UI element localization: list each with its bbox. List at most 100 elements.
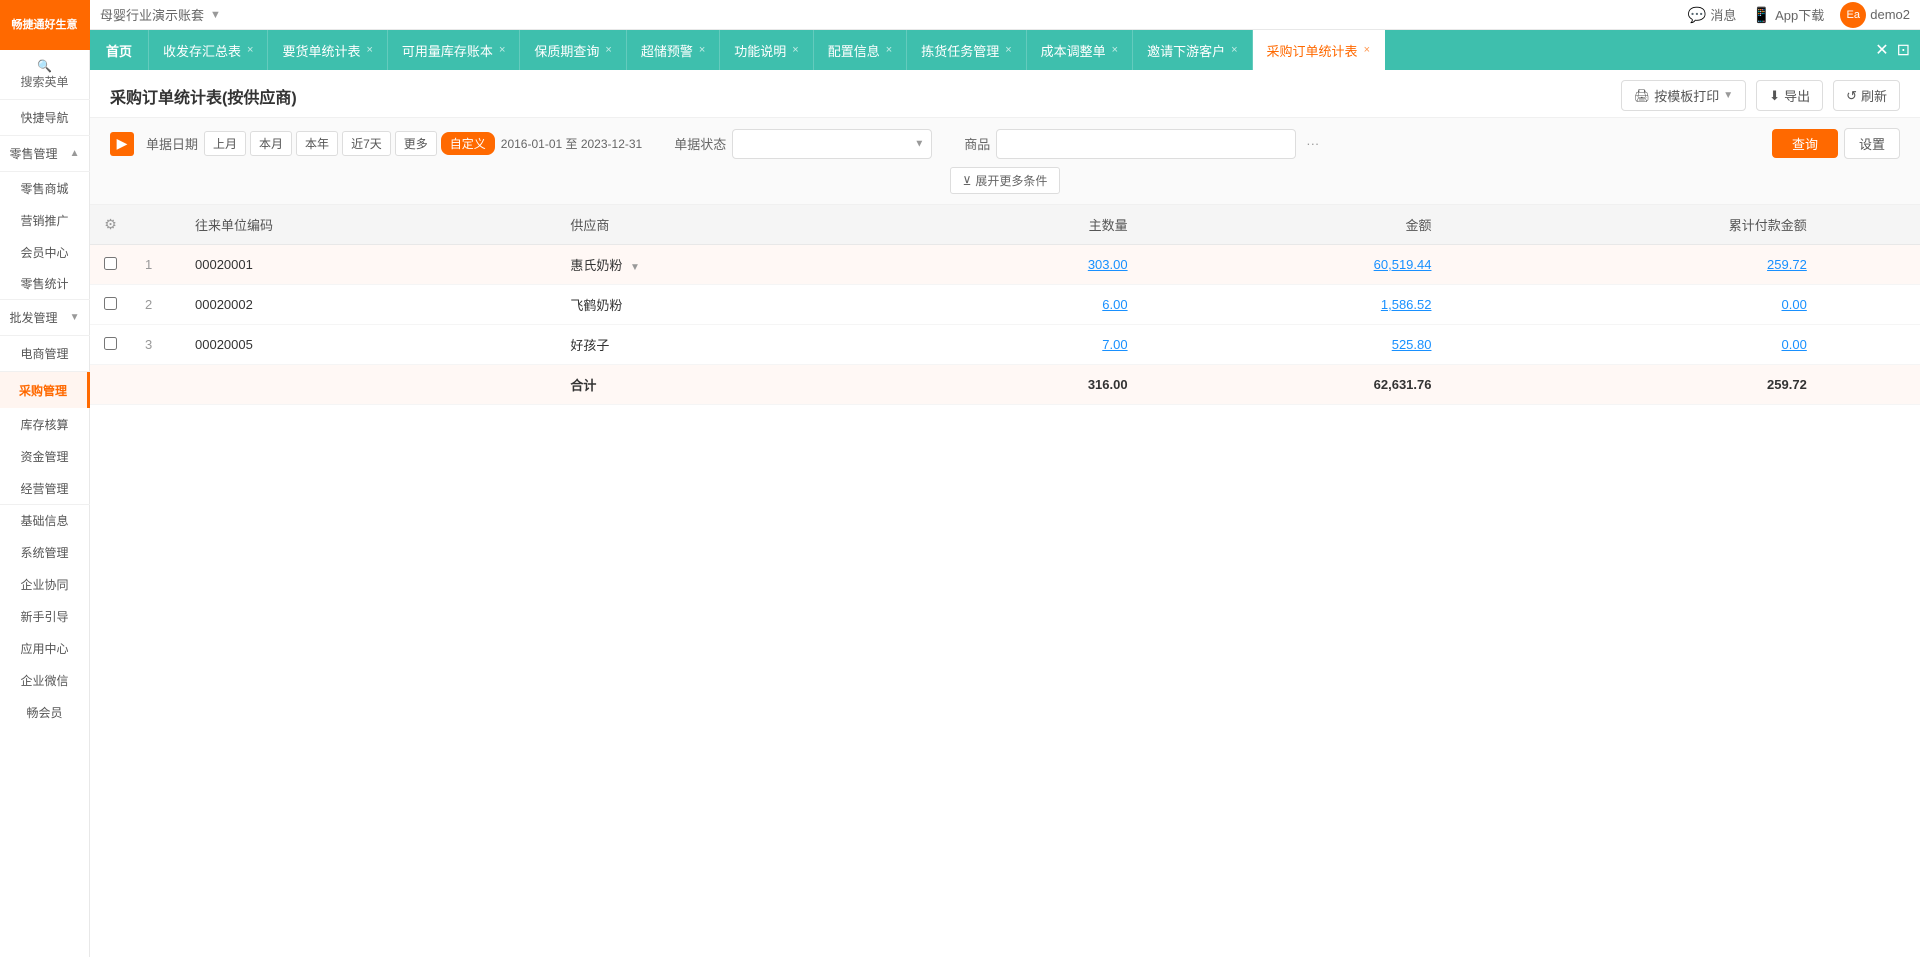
filter-toggle-btn[interactable]: ▶ bbox=[110, 132, 134, 156]
message-icon: 💬 bbox=[1688, 6, 1707, 24]
tab-close-icon[interactable]: × bbox=[792, 44, 798, 56]
tab-purchase-summary[interactable]: 采购订单统计表 × bbox=[1253, 30, 1385, 70]
th-amount[interactable]: 金额 bbox=[1142, 205, 1446, 245]
goods-search-input[interactable] bbox=[996, 129, 1296, 159]
refresh-button[interactable]: ↺ 刷新 bbox=[1833, 80, 1900, 111]
td-supplier-name: 好孩子 bbox=[556, 325, 901, 365]
tab-goods-summary[interactable]: 要货单统计表 × bbox=[268, 30, 387, 70]
tab-label: 采购订单统计表 bbox=[1267, 41, 1358, 60]
row-checkbox[interactable] bbox=[104, 337, 117, 350]
tab-close-icon[interactable]: × bbox=[247, 44, 253, 56]
date-this-year-btn[interactable]: 本年 bbox=[296, 131, 338, 156]
sidebar-item-basic-info[interactable]: 基础信息 bbox=[0, 504, 90, 536]
td-checkbox[interactable] bbox=[90, 325, 131, 365]
sidebar-item-finance[interactable]: 资金管理 bbox=[0, 440, 90, 472]
export-button[interactable]: ⬇ 导出 bbox=[1756, 80, 1823, 111]
close-all-tabs-btn[interactable]: ✕ bbox=[1875, 40, 1888, 60]
td-quantity[interactable]: 303.00 bbox=[902, 245, 1142, 285]
sidebar-item-ecommerce[interactable]: 电商管理 bbox=[0, 336, 90, 372]
sidebar-item-retail[interactable]: 零售管理 ▲ bbox=[0, 136, 90, 172]
tab-collect-summary[interactable]: 收发存汇总表 × bbox=[149, 30, 268, 70]
tab-home[interactable]: 首页 bbox=[90, 30, 149, 70]
sidebar-item-new-guide[interactable]: 新手引导 bbox=[0, 600, 90, 632]
tab-function-desc[interactable]: 功能说明 × bbox=[720, 30, 813, 70]
tab-close-icon[interactable]: × bbox=[366, 44, 372, 56]
row-checkbox[interactable] bbox=[104, 257, 117, 270]
tab-warranty-query[interactable]: 保质期查询 × bbox=[520, 30, 626, 70]
sidebar-item-enterprise-wechat[interactable]: 企业微信 bbox=[0, 664, 90, 696]
td-checkbox[interactable] bbox=[90, 285, 131, 325]
tab-invite-downstream[interactable]: 邀请下游客户 × bbox=[1133, 30, 1252, 70]
date-last7-btn[interactable]: 近7天 bbox=[342, 131, 391, 156]
td-paid-amount[interactable]: 0.00 bbox=[1445, 325, 1820, 365]
date-last-month-btn[interactable]: 上月 bbox=[204, 131, 246, 156]
td-paid-amount[interactable]: 259.72 bbox=[1445, 245, 1820, 285]
sidebar-item-app-center[interactable]: 应用中心 bbox=[0, 632, 90, 664]
td-amount[interactable]: 1,586.52 bbox=[1142, 285, 1446, 325]
footer-td-code bbox=[181, 365, 556, 405]
tab-close-icon[interactable]: × bbox=[1112, 44, 1118, 56]
settings-button[interactable]: 设置 bbox=[1844, 128, 1900, 159]
print-button[interactable]: 🖨 按模板打印 ▼ bbox=[1621, 80, 1746, 111]
date-this-month-btn[interactable]: 本月 bbox=[250, 131, 292, 156]
logo-text: 畅捷通好生意 bbox=[12, 18, 78, 32]
app-download-label: App下载 bbox=[1775, 5, 1824, 24]
filter-date-item: 单据日期 上月 本月 本年 近7天 更多 自定义 2016-01-01 至 20… bbox=[146, 131, 642, 156]
tab-close-icon[interactable]: × bbox=[886, 44, 892, 56]
column-settings-icon[interactable]: ⚙ bbox=[104, 216, 117, 232]
sidebar-item-vip[interactable]: 畅会员 bbox=[0, 696, 90, 728]
tab-close-icon[interactable]: × bbox=[1364, 44, 1370, 56]
tab-label: 保质期查询 bbox=[534, 41, 599, 60]
goods-more-icon[interactable]: ··· bbox=[1306, 136, 1319, 151]
tab-close-icon[interactable]: × bbox=[699, 44, 705, 56]
user-avatar: Ea bbox=[1840, 2, 1866, 28]
sidebar-item-purchase[interactable]: 采购管理 bbox=[0, 372, 90, 408]
tab-inventory-account[interactable]: 可用量库存账本 × bbox=[388, 30, 520, 70]
tab-overstock-warning[interactable]: 超储预警 × bbox=[627, 30, 720, 70]
tab-cost-adjust[interactable]: 成本调整单 × bbox=[1027, 30, 1133, 70]
tab-pick-task[interactable]: 拣货任务管理 × bbox=[907, 30, 1026, 70]
sidebar-item-operation[interactable]: 经营管理 bbox=[0, 472, 90, 504]
sidebar-item-wholesale[interactable]: 批发管理 ▼ bbox=[0, 300, 90, 336]
tab-close-icon[interactable]: × bbox=[605, 44, 611, 56]
td-amount[interactable]: 60,519.44 bbox=[1142, 245, 1446, 285]
sidebar-item-retail-store[interactable]: 零售商城 bbox=[0, 172, 90, 204]
th-checkbox: ⚙ bbox=[90, 205, 131, 245]
th-supplier-code[interactable]: 往来单位编码 bbox=[181, 205, 556, 245]
chevron-down-icon: ▼ bbox=[70, 312, 80, 323]
sidebar-item-retail-stat[interactable]: 零售统计 bbox=[0, 268, 90, 300]
th-quantity[interactable]: 主数量 bbox=[902, 205, 1142, 245]
tab-close-icon[interactable]: × bbox=[1231, 44, 1237, 56]
tab-close-icon[interactable]: × bbox=[1005, 44, 1011, 56]
user-info[interactable]: Ea demo2 bbox=[1840, 2, 1910, 28]
td-seq: 2 bbox=[131, 285, 181, 325]
td-paid-amount[interactable]: 0.00 bbox=[1445, 285, 1820, 325]
status-select[interactable] bbox=[732, 129, 932, 159]
td-quantity[interactable]: 6.00 bbox=[902, 285, 1142, 325]
sidebar-item-enterprise-coop[interactable]: 企业协同 bbox=[0, 568, 90, 600]
sidebar-item-search[interactable]: 🔍 搜索英单 bbox=[0, 50, 90, 100]
sidebar-item-quick-nav[interactable]: 快捷导航 bbox=[0, 100, 90, 136]
message-btn[interactable]: 💬 消息 bbox=[1688, 5, 1737, 24]
expand-more-btn[interactable]: ⊻ 展开更多条件 bbox=[950, 167, 1061, 194]
tab-config-info[interactable]: 配置信息 × bbox=[814, 30, 907, 70]
th-supplier-name[interactable]: 供应商 bbox=[556, 205, 901, 245]
th-paid-amount[interactable]: 累计付款金额 bbox=[1445, 205, 1820, 245]
td-checkbox[interactable] bbox=[90, 245, 131, 285]
workspace-dropdown-icon[interactable]: ▼ bbox=[210, 9, 221, 21]
td-amount[interactable]: 525.80 bbox=[1142, 325, 1446, 365]
sidebar-item-member[interactable]: 会员中心 bbox=[0, 236, 90, 268]
td-extra bbox=[1821, 245, 1920, 285]
tab-close-icon[interactable]: × bbox=[499, 44, 505, 56]
th-extra bbox=[1821, 205, 1920, 245]
row-checkbox[interactable] bbox=[104, 297, 117, 310]
sidebar-item-system[interactable]: 系统管理 bbox=[0, 536, 90, 568]
print-label: 按模板打印 bbox=[1654, 86, 1719, 105]
sidebar-item-inventory[interactable]: 库存核算 bbox=[0, 408, 90, 440]
app-download-btn[interactable]: 📱 App下载 bbox=[1752, 5, 1824, 24]
search-button[interactable]: 查询 bbox=[1772, 129, 1838, 158]
sidebar-item-marketing[interactable]: 营销推广 bbox=[0, 204, 90, 236]
td-quantity[interactable]: 7.00 bbox=[902, 325, 1142, 365]
expand-tabs-btn[interactable]: ⊡ bbox=[1897, 40, 1910, 60]
date-more-btn[interactable]: 更多 bbox=[395, 131, 437, 156]
